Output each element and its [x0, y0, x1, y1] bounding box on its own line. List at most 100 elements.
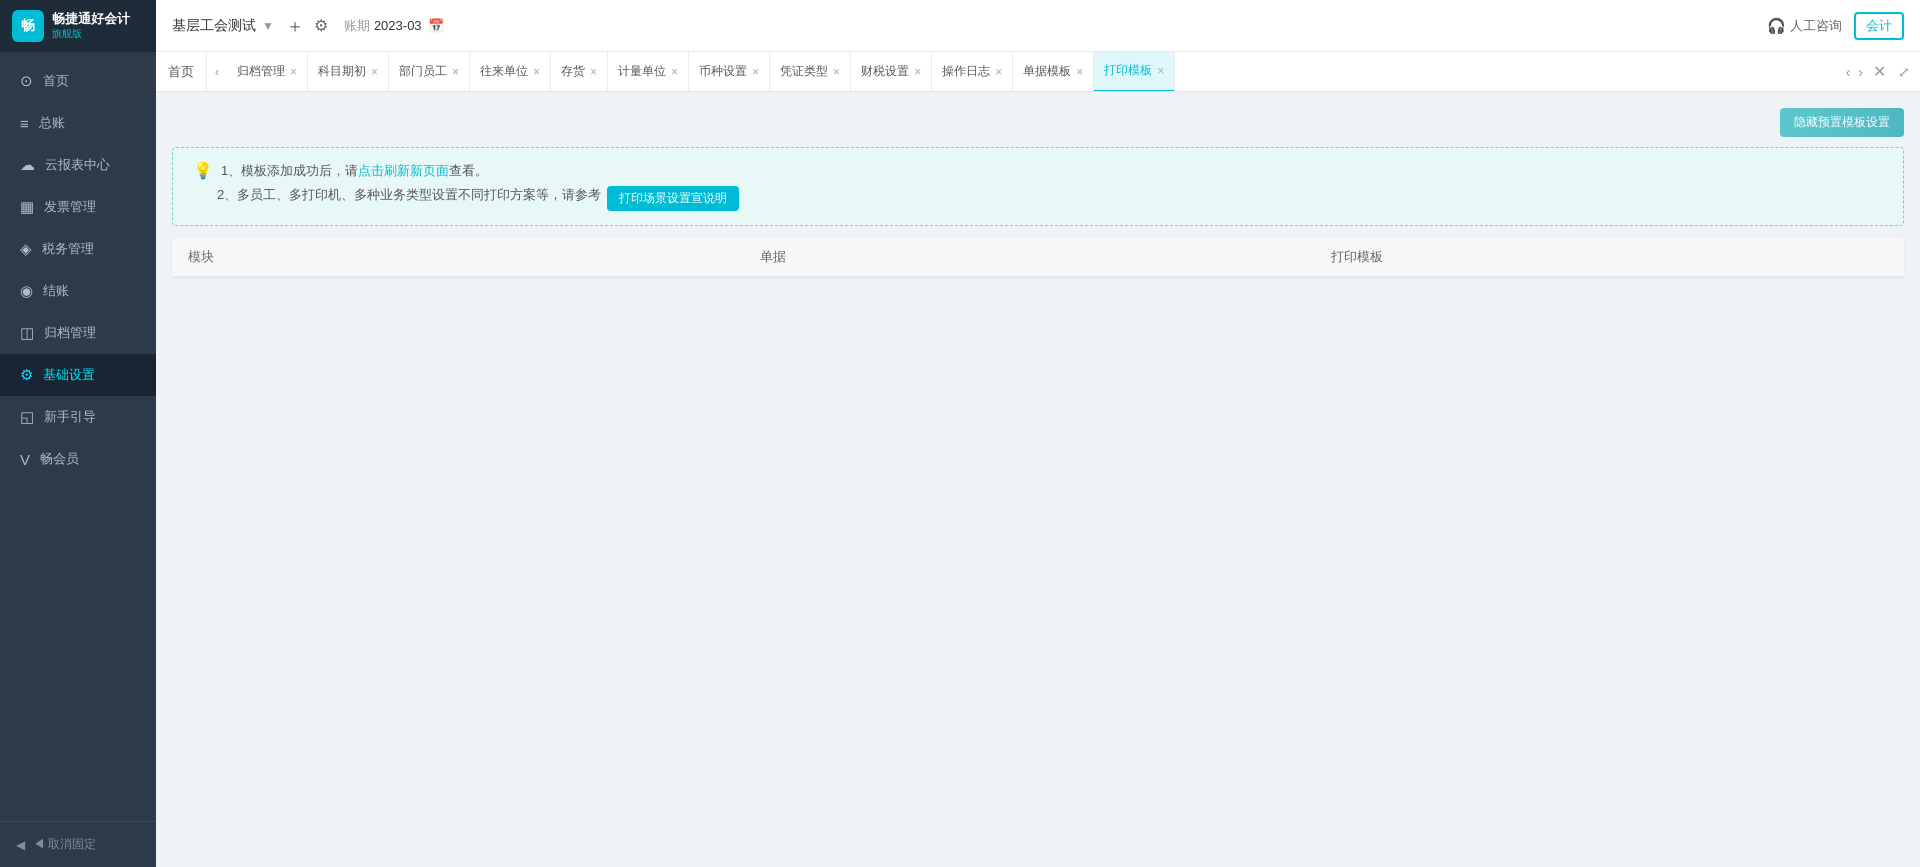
tab-print-template[interactable]: 打印模板 ×: [1094, 52, 1175, 92]
tab-transaction-unit[interactable]: 往来单位 ×: [470, 52, 551, 92]
tab-subject-initial[interactable]: 科目期初 ×: [308, 52, 389, 92]
tab-currency-close[interactable]: ×: [752, 65, 759, 79]
sidebar-item-home[interactable]: ⊙ 首页: [0, 60, 156, 102]
tab-finance-tax-label: 财税设置: [861, 63, 909, 80]
sidebar-item-guide-label: 新手引导: [44, 408, 96, 426]
tab-document-template[interactable]: 单据模板 ×: [1013, 52, 1094, 92]
tab-measure-unit[interactable]: 计量单位 ×: [608, 52, 689, 92]
notice-row-2: 2、多员工、多打印机、多种业务类型设置不同打印方案等，请参考 打印场景设置宣说明: [193, 186, 1883, 211]
tab-voucher-type[interactable]: 凭证类型 ×: [770, 52, 851, 92]
tab-archive-management[interactable]: 归档管理 ×: [227, 52, 308, 92]
sidebar-item-tax-label: 税务管理: [42, 240, 94, 258]
sidebar-item-invoice-label: 发票管理: [44, 198, 96, 216]
hide-template-btn-wrapper: 隐藏预置模板设置: [172, 108, 1904, 137]
tab-measure-unit-label: 计量单位: [618, 63, 666, 80]
tab-transaction-unit-close[interactable]: ×: [533, 65, 540, 79]
tab-subject-initial-label: 科目期初: [318, 63, 366, 80]
tab-currency-label: 币种设置: [699, 63, 747, 80]
period-display: 账期 2023-03 📅: [344, 17, 444, 35]
company-selector[interactable]: 基层工会测试 ▼: [172, 17, 274, 35]
tab-archive-management-close[interactable]: ×: [290, 65, 297, 79]
logo-icon: 畅: [12, 10, 44, 42]
sidebar-item-member-label: 畅会员: [40, 450, 79, 468]
notice-line2-pre: 2、多员工、多打印机、多种业务类型设置不同打印方案等，请参考: [217, 186, 601, 204]
tabbar: 首页 ‹ 归档管理 × 科目期初 × 部门员工 × 往来单位 × 存货 ×: [156, 52, 1920, 92]
calendar-icon[interactable]: 📅: [428, 18, 444, 33]
sidebar-item-settings[interactable]: ⚙ 基础设置: [0, 354, 156, 396]
sidebar-item-settings-label: 基础设置: [43, 366, 95, 384]
sidebar-item-archive[interactable]: ◫ 归档管理: [0, 312, 156, 354]
tab-measure-unit-close[interactable]: ×: [671, 65, 678, 79]
tab-currency[interactable]: 币种设置 ×: [689, 52, 770, 92]
settings-gear-icon[interactable]: ⚙: [314, 16, 328, 35]
col-module: 模块: [172, 238, 744, 277]
tab-expand-button[interactable]: ⤢: [1892, 64, 1916, 80]
kuaiji-button[interactable]: 会计: [1854, 12, 1904, 40]
sidebar-item-settlement-label: 结账: [43, 282, 69, 300]
tab-document-template-close[interactable]: ×: [1076, 65, 1083, 79]
logo-text: 畅捷通好会计 旗舰版: [52, 11, 130, 42]
add-tab-button[interactable]: ＋: [286, 14, 304, 38]
tab-nav-buttons: ‹ › ✕ ⤢: [1838, 62, 1920, 82]
tab-home[interactable]: 首页: [156, 52, 207, 91]
logo-sub: 旗舰版: [52, 27, 130, 41]
tab-inventory[interactable]: 存货 ×: [551, 52, 608, 92]
hide-template-button[interactable]: 隐藏预置模板设置: [1780, 108, 1904, 137]
sidebar-unpin-button[interactable]: ◀ ◀ 取消固定: [0, 821, 156, 867]
ledger-icon: ≡: [20, 115, 29, 132]
settlement-icon: ◉: [20, 282, 33, 300]
company-dropdown-icon: ▼: [262, 19, 274, 33]
tax-icon: ◈: [20, 240, 32, 258]
topbar-right: 🎧 人工咨询 会计: [1767, 12, 1904, 40]
archive-icon: ◫: [20, 324, 34, 342]
main-area: 基层工会测试 ▼ ＋ ⚙ 账期 2023-03 📅 🎧 人工咨询 会计 首页 ‹…: [156, 0, 1920, 867]
col-document: 单据: [744, 238, 1316, 277]
tab-prev-button[interactable]: ‹: [1842, 62, 1855, 82]
sidebar-item-report[interactable]: ☁ 云报表中心: [0, 144, 156, 186]
tab-department-staff[interactable]: 部门员工 ×: [389, 52, 470, 92]
col-print-template: 打印模板: [1315, 238, 1904, 277]
tab-department-staff-close[interactable]: ×: [452, 65, 459, 79]
tab-finance-tax-close[interactable]: ×: [914, 65, 921, 79]
sidebar-item-home-label: 首页: [43, 72, 69, 90]
headset-icon: 🎧: [1767, 17, 1786, 35]
tab-voucher-type-close[interactable]: ×: [833, 65, 840, 79]
sidebar-item-guide[interactable]: ◱ 新手引导: [0, 396, 156, 438]
tab-voucher-type-label: 凭证类型: [780, 63, 828, 80]
sidebar-item-member[interactable]: V 畅会员: [0, 438, 156, 480]
tab-finance-tax[interactable]: 财税设置 ×: [851, 52, 932, 92]
tab-chevron-icon[interactable]: ‹: [207, 65, 227, 79]
table-header-row: 模块 单据 打印模板: [172, 238, 1904, 277]
table-header: 模块 单据 打印模板: [172, 238, 1904, 277]
period-value: 2023-03: [374, 18, 422, 33]
sidebar-item-invoice[interactable]: ▦ 发票管理: [0, 186, 156, 228]
tab-print-template-label: 打印模板: [1104, 62, 1152, 79]
tab-operation-log-close[interactable]: ×: [995, 65, 1002, 79]
tab-transaction-unit-label: 往来单位: [480, 63, 528, 80]
tab-print-template-close[interactable]: ×: [1157, 64, 1164, 78]
tab-subject-initial-close[interactable]: ×: [371, 65, 378, 79]
settings-icon: ⚙: [20, 366, 33, 384]
tab-inventory-close[interactable]: ×: [590, 65, 597, 79]
sidebar-item-ledger[interactable]: ≡ 总账: [0, 102, 156, 144]
sidebar-item-report-label: 云报表中心: [45, 156, 110, 174]
content-area: 隐藏预置模板设置 💡 1、模板添加成功后，请 点击刷新新页面 查看。 2、多员工…: [156, 92, 1920, 867]
service-label: 人工咨询: [1790, 17, 1842, 35]
sidebar: 畅 畅捷通好会计 旗舰版 ⊙ 首页 ≡ 总账 ☁ 云报表中心 ▦ 发票管理 ◈ …: [0, 0, 156, 867]
topbar: 基层工会测试 ▼ ＋ ⚙ 账期 2023-03 📅 🎧 人工咨询 会计: [156, 0, 1920, 52]
tab-operation-log[interactable]: 操作日志 ×: [932, 52, 1013, 92]
notice-icon: 💡: [193, 161, 213, 180]
notice-line1-pre: 1、模板添加成功后，请: [221, 162, 358, 180]
notice-box: 💡 1、模板添加成功后，请 点击刷新新页面 查看。 2、多员工、多打印机、多种业…: [172, 147, 1904, 226]
tab-inventory-label: 存货: [561, 63, 585, 80]
tab-close-all-button[interactable]: ✕: [1867, 62, 1892, 81]
sidebar-item-settlement[interactable]: ◉ 结账: [0, 270, 156, 312]
notice-refresh-link[interactable]: 点击刷新新页面: [358, 162, 449, 180]
tab-next-button[interactable]: ›: [1854, 62, 1867, 82]
guide-icon: ◱: [20, 408, 34, 426]
tab-archive-management-label: 归档管理: [237, 63, 285, 80]
print-scene-button[interactable]: 打印场景设置宣说明: [607, 186, 739, 211]
service-button[interactable]: 🎧 人工咨询: [1767, 17, 1842, 35]
invoice-icon: ▦: [20, 198, 34, 216]
sidebar-item-tax[interactable]: ◈ 税务管理: [0, 228, 156, 270]
